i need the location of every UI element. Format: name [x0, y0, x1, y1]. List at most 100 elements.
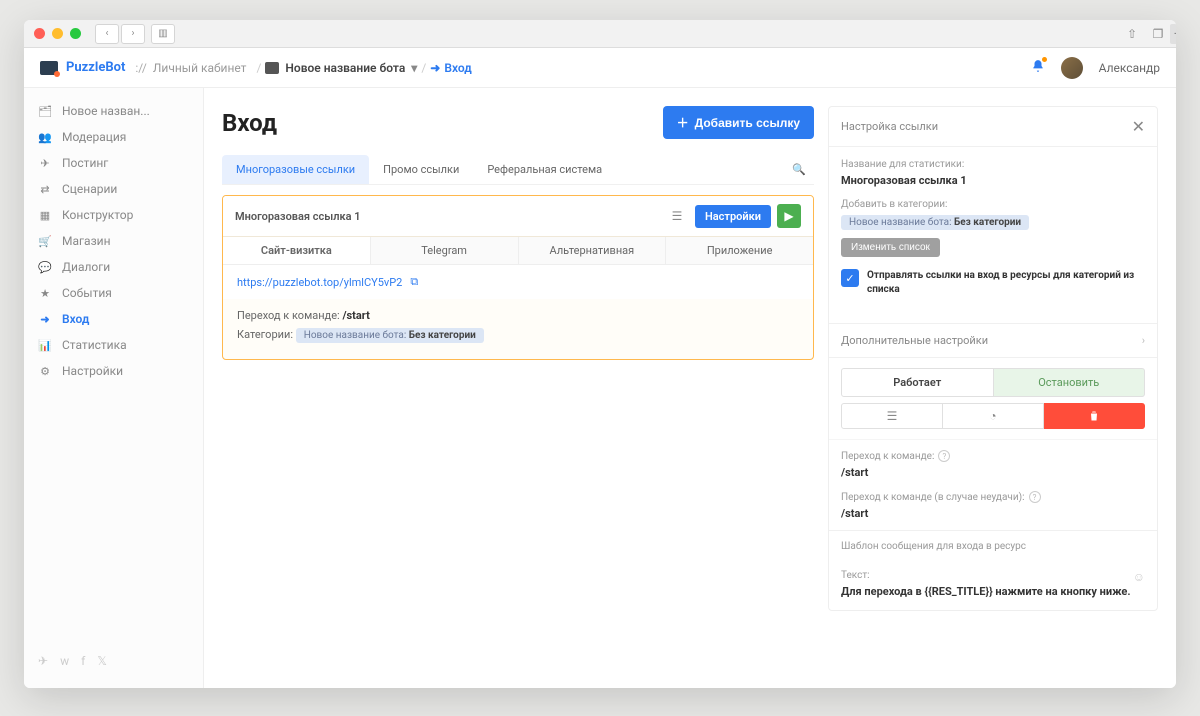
text-label: Текст:: [841, 570, 1133, 581]
breadcrumb-entry-label: Вход: [444, 61, 471, 75]
link-card: Многоразовая ссылка 1 ☰ Настройки ▶ Сайт…: [222, 195, 814, 360]
back-button[interactable]: ‹: [95, 24, 119, 44]
app-name: PuzzleBot: [66, 60, 125, 75]
action-list-button[interactable]: ☰: [841, 403, 943, 429]
breadcrumb-sep2: /: [421, 61, 426, 75]
link-tab-telegram[interactable]: Telegram: [371, 237, 519, 264]
flow-icon: ⇄: [38, 182, 52, 196]
sidebar-item-posting[interactable]: ✈Постинг: [24, 150, 203, 176]
vk-icon[interactable]: w: [60, 654, 69, 668]
add-link-button[interactable]: ＋ Добавить ссылку: [663, 106, 814, 139]
users-icon: 👥: [38, 130, 52, 144]
logo-icon: [40, 61, 58, 75]
username: Александр: [1099, 61, 1160, 75]
close-icon[interactable]: ✕: [1132, 117, 1145, 136]
bot-icon: 🗂: [38, 104, 52, 118]
share-icon[interactable]: ⇧: [1124, 26, 1140, 42]
stat-value: Многоразовая ссылка 1: [841, 174, 1145, 187]
chart-icon: 📊: [38, 338, 52, 352]
app-header: PuzzleBot :// Личный кабинет / Новое наз…: [24, 48, 1176, 88]
sidebar-item-constructor[interactable]: ▦Конструктор: [24, 202, 203, 228]
template-text: Для перехода в {{RES_TITLE}} нажмите на …: [841, 585, 1133, 598]
tabs-icon[interactable]: ❐: [1150, 26, 1166, 42]
avatar[interactable]: [1061, 57, 1083, 79]
sidebar-item-label: События: [62, 286, 112, 300]
maximize-window-btn[interactable]: [70, 28, 81, 39]
sidebar-item-label: Сценарии: [62, 182, 117, 196]
minimize-window-btn[interactable]: [52, 28, 63, 39]
sidebar-item-shop[interactable]: 🛒 Магазин: [24, 228, 203, 254]
cat-value: Без категории: [409, 330, 476, 341]
tab-promo[interactable]: Промо ссылки: [369, 155, 473, 184]
cat-label: Категории:: [237, 328, 293, 341]
twitter-icon[interactable]: 𝕏: [97, 654, 107, 668]
template-header: Шаблон сообщения для входа в ресурс: [829, 530, 1157, 562]
send-links-checkbox[interactable]: ✓: [841, 269, 859, 287]
status-working-button[interactable]: Работает: [841, 368, 994, 397]
bot-icon: [265, 62, 279, 74]
sidebar: 🗂Новое назван... 👥Модерация ✈Постинг ⇄ Сц…: [24, 88, 204, 688]
action-clock-button[interactable]: ◔: [943, 403, 1044, 429]
telegram-icon[interactable]: ✈: [38, 654, 48, 668]
sidebar-item-label: Настройки: [62, 364, 123, 378]
sidebar-item-stats[interactable]: 📊 Статистика: [24, 332, 203, 358]
forward-button[interactable]: ›: [121, 24, 145, 44]
close-window-btn[interactable]: [34, 28, 45, 39]
chat-icon: 💬: [38, 260, 52, 274]
search-input[interactable]: 🔍: [784, 159, 814, 180]
category-pill: Новое название бота: Без категории: [296, 328, 484, 343]
list-icon[interactable]: ☰: [665, 204, 689, 228]
sidebar-item-label: Статистика: [62, 338, 127, 352]
cat-prefix: Новое название бота:: [304, 330, 407, 341]
copy-icon[interactable]: ⧉: [410, 275, 418, 289]
help-icon[interactable]: ?: [1029, 491, 1041, 503]
sidebar-item-moderation[interactable]: 👥Модерация: [24, 124, 203, 150]
chevron-right-icon: ›: [1142, 334, 1145, 347]
sidebar-item-bot[interactable]: 🗂Новое назван...: [24, 98, 203, 124]
panel-cat-value: Без категории: [954, 217, 1021, 228]
card-settings-button[interactable]: Настройки: [695, 205, 771, 228]
breadcrumb-bot[interactable]: Новое название бота ▾: [265, 61, 417, 75]
new-tab-button[interactable]: +: [1170, 24, 1176, 44]
sidebar-item-label: Магазин: [62, 234, 111, 248]
link-tab-site[interactable]: Сайт-визитка: [223, 237, 371, 264]
cmd-value: /start: [342, 309, 369, 322]
edit-list-button[interactable]: Изменить список: [841, 238, 940, 257]
star-icon: ★: [38, 286, 52, 300]
cmd-label: Переход к команде:: [237, 309, 340, 322]
link-tab-app[interactable]: Приложение: [666, 237, 813, 264]
link-tab-alt[interactable]: Альтернативная: [519, 237, 667, 264]
sidebar-item-label: Диалоги: [62, 260, 110, 274]
tab-referral[interactable]: Реферальная система: [473, 155, 616, 184]
breadcrumb-account[interactable]: Личный кабинет: [153, 61, 247, 75]
notifications-icon[interactable]: [1031, 59, 1045, 76]
status-stop-button[interactable]: Остановить: [994, 368, 1146, 397]
panel-cmd-fail-value: /start: [841, 507, 1145, 520]
sidebar-item-events[interactable]: ★ События: [24, 280, 203, 306]
cat-add-label: Добавить в категории:: [841, 199, 1145, 210]
extra-settings-row[interactable]: Дополнительные настройки ›: [829, 323, 1157, 358]
breadcrumb-bot-label: Новое название бота: [285, 61, 405, 75]
sidebar-item-label: Конструктор: [62, 208, 133, 222]
settings-panel: Настройка ссылки ✕ Название для статисти…: [828, 106, 1158, 611]
link-url[interactable]: https://puzzlebot.top/ylmlCY5vP2: [237, 276, 402, 289]
emoji-icon[interactable]: ☺: [1133, 570, 1145, 584]
send-icon: ✈: [38, 156, 52, 170]
facebook-icon[interactable]: f: [81, 654, 85, 668]
breadcrumb-entry[interactable]: ➜ Вход: [430, 61, 471, 75]
play-button[interactable]: ▶: [777, 204, 801, 228]
panel-title: Настройка ссылки: [841, 120, 938, 133]
sidebar-toggle-icon[interactable]: ▥: [151, 24, 175, 44]
sidebar-item-entry[interactable]: ➜Вход: [24, 306, 203, 332]
help-icon[interactable]: ?: [938, 450, 950, 462]
chevron-down-icon: ▾: [411, 61, 417, 75]
delete-button[interactable]: [1044, 403, 1145, 429]
app-logo[interactable]: PuzzleBot ://: [40, 60, 147, 75]
sidebar-item-dialogs[interactable]: 💬 Диалоги: [24, 254, 203, 280]
sidebar-item-settings[interactable]: ⚙Настройки: [24, 358, 203, 384]
sidebar-item-scenarios[interactable]: ⇄ Сценарии: [24, 176, 203, 202]
tab-reusable[interactable]: Многоразовые ссылки: [222, 155, 369, 184]
cart-icon: 🛒: [38, 234, 52, 248]
page-title: Вход: [222, 109, 277, 137]
proto-text: ://: [135, 61, 147, 75]
